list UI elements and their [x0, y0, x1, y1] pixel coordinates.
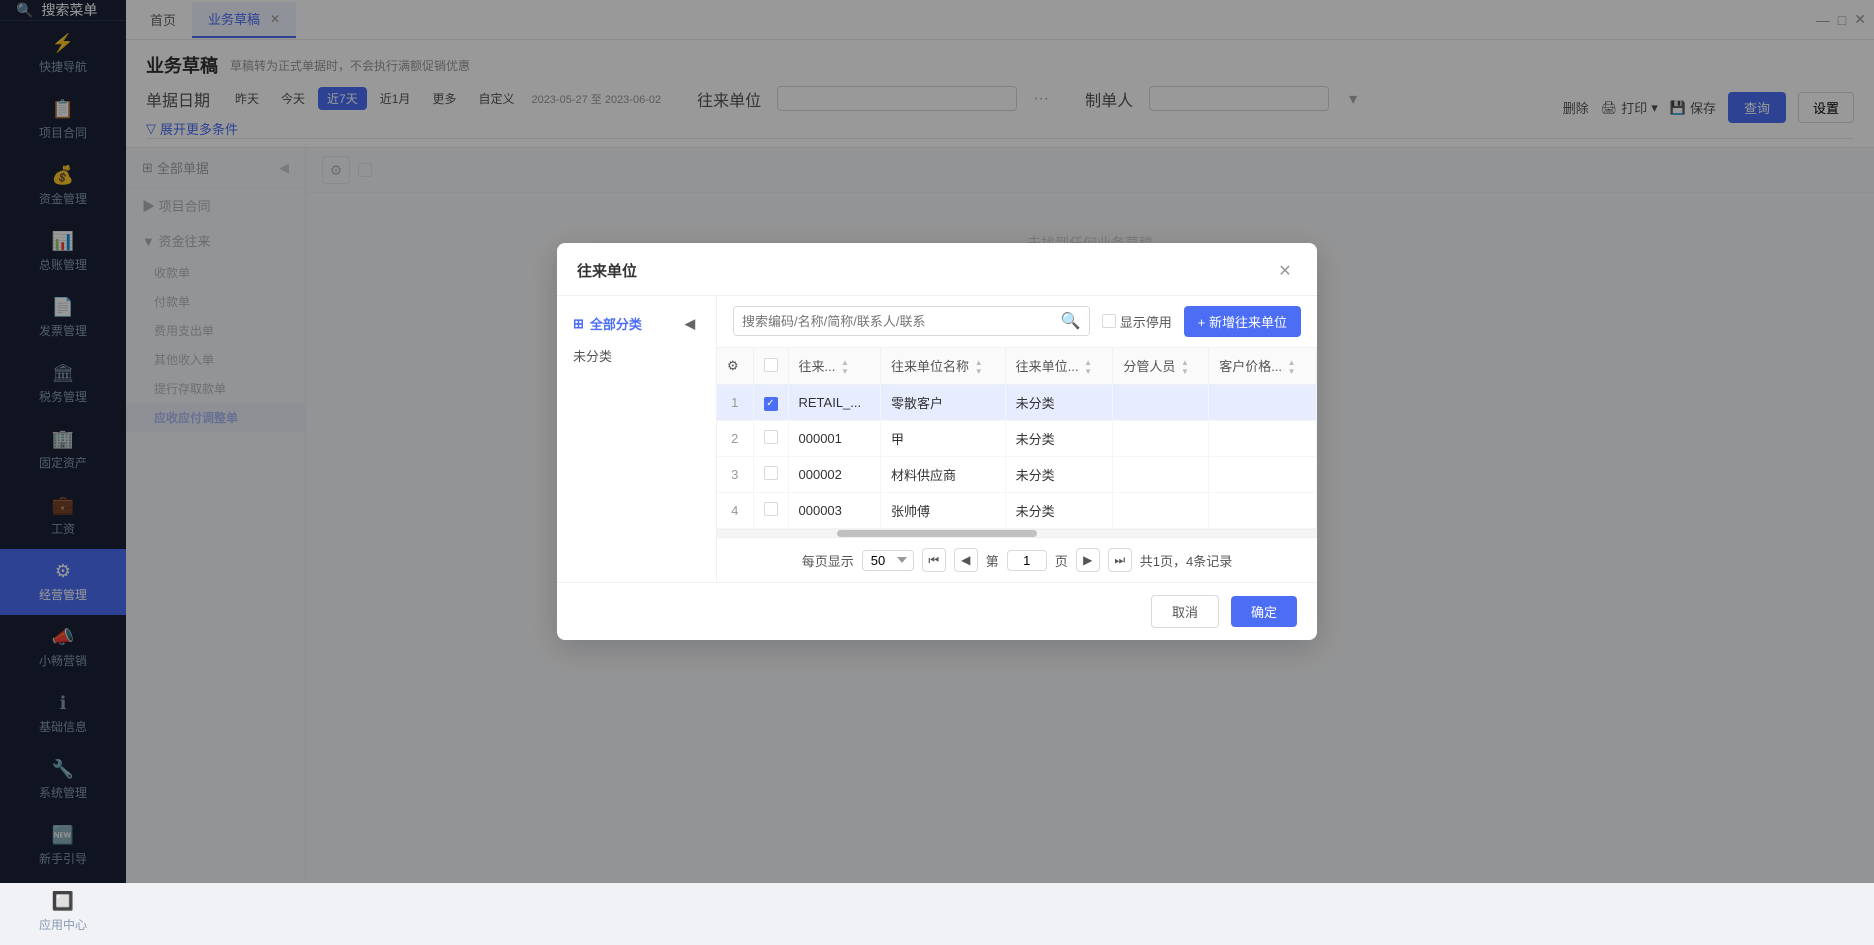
modal-left-all-category[interactable]: ⊞ 全部分类 ◀ [557, 308, 716, 340]
row-category: 未分类 [1005, 421, 1113, 457]
add-partner-btn[interactable]: + 新增往来单位 [1184, 306, 1301, 337]
modal-close-btn[interactable]: ✕ [1273, 259, 1297, 283]
row-checkbox[interactable] [753, 385, 788, 421]
row-num: 4 [717, 493, 753, 529]
row-checkbox[interactable] [753, 493, 788, 529]
page-label: 第 [986, 551, 999, 570]
row-checkbox[interactable] [753, 457, 788, 493]
th-manager: 分管人员 ▲▼ [1113, 348, 1209, 385]
th-name: 往来单位名称 ▲▼ [881, 348, 1006, 385]
row-price [1209, 457, 1317, 493]
row-checkbox[interactable] [753, 421, 788, 457]
row-category: 未分类 [1005, 385, 1113, 421]
row-category: 未分类 [1005, 457, 1113, 493]
next-page-btn[interactable]: ▶ [1076, 548, 1100, 572]
row-manager [1113, 421, 1209, 457]
row-select-checkbox[interactable] [764, 430, 778, 444]
modal-table-wrap: ⚙ 往来... ▲▼ 往来单位名称 ▲▼ [717, 348, 1317, 529]
first-page-btn[interactable]: ⏮ [922, 548, 946, 572]
modal-scrollbar[interactable] [717, 529, 1317, 537]
modal-toolbar: 🔍 显示停用 + 新增往来单位 [717, 296, 1317, 348]
row-code: RETAIL_... [788, 385, 881, 421]
modal-footer: 取消 确定 [557, 582, 1317, 640]
table-row[interactable]: 4 000003 张帅傅 未分类 [717, 493, 1317, 529]
row-select-checkbox[interactable] [764, 502, 778, 516]
row-name: 甲 [881, 421, 1006, 457]
modal-search-input[interactable] [742, 314, 1055, 329]
confirm-btn[interactable]: 确定 [1231, 596, 1297, 627]
row-manager [1113, 385, 1209, 421]
apps-icon: 🔲 [52, 891, 74, 912]
table-row[interactable]: 1 RETAIL_... 零散客户 未分类 [717, 385, 1317, 421]
grid-small-icon: ⊞ [573, 316, 584, 332]
row-num: 2 [717, 421, 753, 457]
modal-left-panel: ⊞ 全部分类 ◀ 未分类 [557, 296, 717, 582]
row-code: 000002 [788, 457, 881, 493]
page-total: 共1页，4条记录 [1140, 551, 1232, 570]
show-disabled-option[interactable]: 显示停用 [1102, 312, 1172, 331]
row-num: 3 [717, 457, 753, 493]
row-price [1209, 421, 1317, 457]
left-panel-collapse-btn[interactable]: ◀ [680, 314, 700, 334]
table-row[interactable]: 3 000002 材料供应商 未分类 [717, 457, 1317, 493]
modal-scrollbar-thumb[interactable] [837, 530, 1037, 537]
row-price [1209, 493, 1317, 529]
row-select-checkbox[interactable] [764, 397, 778, 411]
page-input[interactable] [1007, 550, 1047, 571]
prev-page-btn[interactable]: ◀ [954, 548, 978, 572]
row-select-checkbox[interactable] [764, 466, 778, 480]
row-name: 零散客户 [881, 385, 1006, 421]
last-page-btn[interactable]: ⏭ [1108, 548, 1132, 572]
partner-modal: 往来单位 ✕ ⊞ 全部分类 ◀ 未分类 [557, 243, 1317, 640]
row-num: 1 [717, 385, 753, 421]
row-category: 未分类 [1005, 493, 1113, 529]
modal-table: ⚙ 往来... ▲▼ 往来单位名称 ▲▼ [717, 348, 1317, 529]
sidebar-item-apps[interactable]: 🔲 应用中心 [0, 879, 126, 945]
row-code: 000001 [788, 421, 881, 457]
modal-overlay: 往来单位 ✕ ⊞ 全部分类 ◀ 未分类 [0, 0, 1874, 883]
row-price [1209, 385, 1317, 421]
row-name: 张帅傅 [881, 493, 1006, 529]
th-checkbox[interactable] [753, 348, 788, 385]
search-icon: 🔍 [1061, 311, 1081, 331]
row-name: 材料供应商 [881, 457, 1006, 493]
modal-header: 往来单位 ✕ [557, 243, 1317, 296]
modal-search-box[interactable]: 🔍 [733, 306, 1090, 336]
th-code: 往来... ▲▼ [788, 348, 881, 385]
modal-pagination: 每页显示 50 10 20 100 ⏮ ◀ 第 页 ▶ ⏭ 共1页，4条记录 [717, 537, 1317, 582]
row-manager [1113, 457, 1209, 493]
th-price: 客户价格... ▲▼ [1209, 348, 1317, 385]
show-disabled-checkbox[interactable] [1102, 314, 1116, 328]
th-settings[interactable]: ⚙ [717, 348, 753, 385]
table-select-all[interactable] [764, 358, 778, 372]
modal-left-item-unclassified[interactable]: 未分类 [557, 340, 716, 371]
row-manager [1113, 493, 1209, 529]
cancel-btn[interactable]: 取消 [1151, 595, 1219, 628]
modal-body: ⊞ 全部分类 ◀ 未分类 🔍 显示停用 [557, 296, 1317, 582]
row-code: 000003 [788, 493, 881, 529]
page-size-select[interactable]: 50 10 20 100 [862, 550, 914, 571]
modal-right-panel: 🔍 显示停用 + 新增往来单位 ⚙ [717, 296, 1317, 582]
table-row[interactable]: 2 000001 甲 未分类 [717, 421, 1317, 457]
modal-title: 往来单位 [577, 260, 637, 281]
th-category: 往来单位... ▲▼ [1005, 348, 1113, 385]
